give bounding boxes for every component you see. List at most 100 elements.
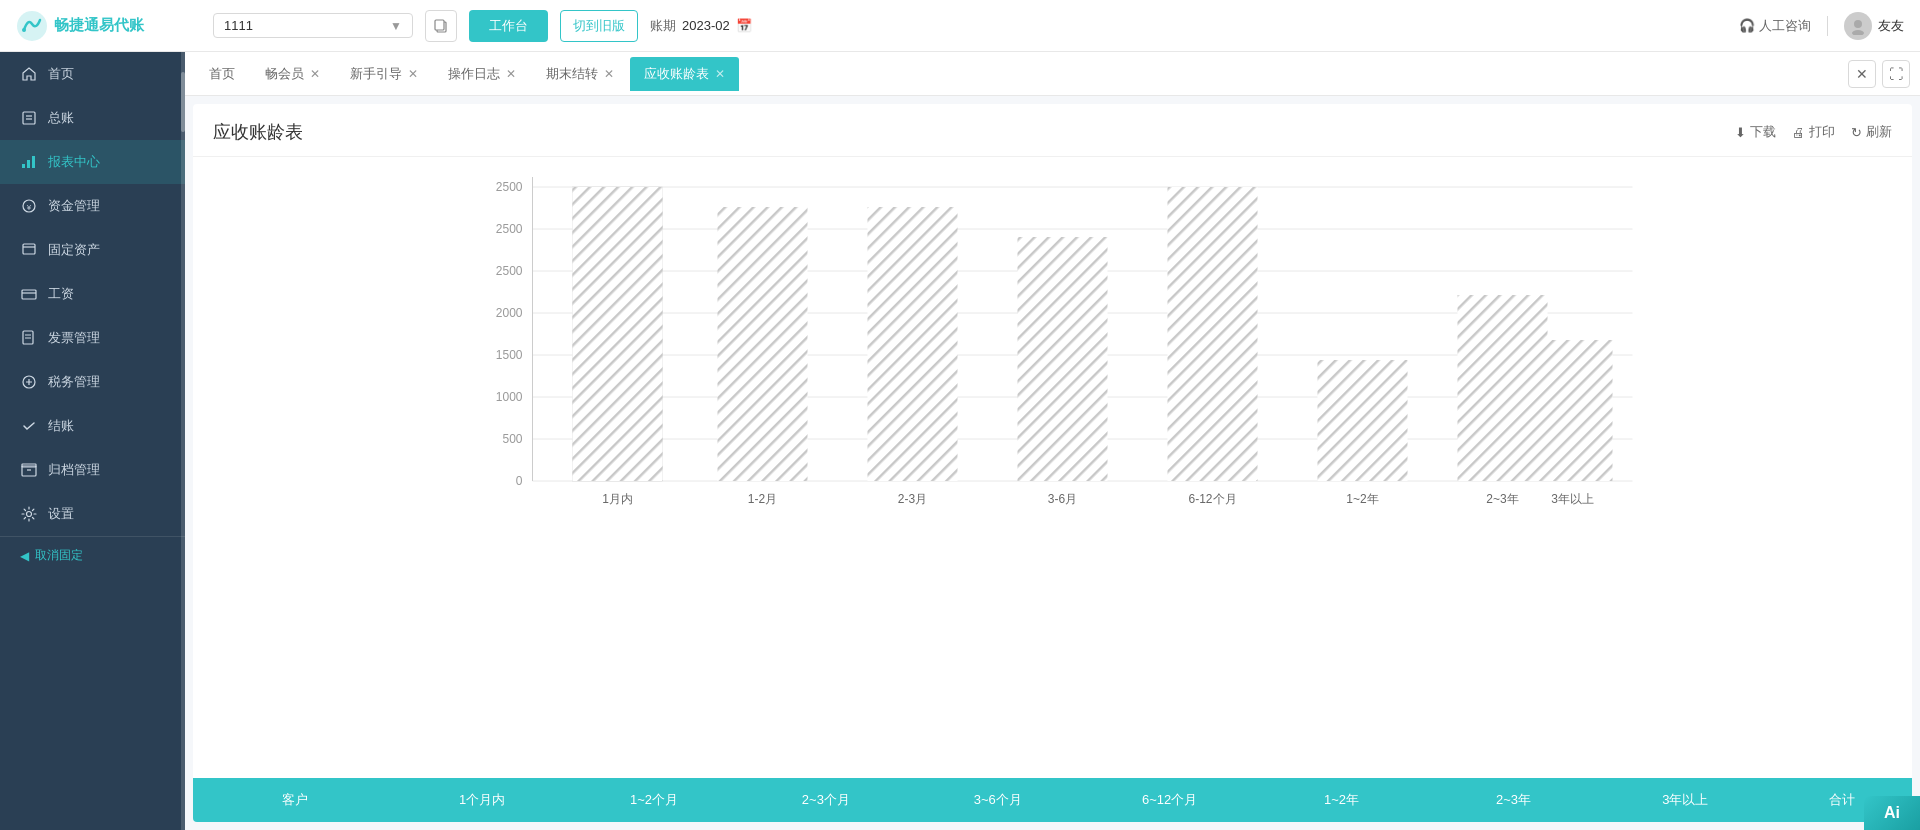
- sidebar-collapse-button[interactable]: ◀ 取消固定: [0, 536, 185, 574]
- calendar-icon[interactable]: 📅: [736, 18, 752, 33]
- svg-rect-48: [1018, 237, 1108, 481]
- aging-chart: 2500 2500 2500 2000 1500 1000 500 0: [213, 167, 1892, 537]
- tab-guide[interactable]: 新手引导✕: [336, 57, 432, 91]
- sidebar-item-ledger[interactable]: 总账: [0, 96, 185, 140]
- switch-old-button[interactable]: 切到旧版: [560, 10, 638, 42]
- sidebar-label-home: 首页: [48, 65, 74, 83]
- col-month6-12: 6~12个月: [1084, 791, 1256, 809]
- sidebar-label-settle: 结账: [48, 417, 74, 435]
- sidebar-item-fund[interactable]: ¥ 资金管理: [0, 184, 185, 228]
- sidebar-label-report: 报表中心: [48, 153, 100, 171]
- sidebar-item-settle[interactable]: 结账: [0, 404, 185, 448]
- ledger-icon: [20, 109, 38, 127]
- svg-text:2-3月: 2-3月: [898, 492, 927, 506]
- refresh-label: 刷新: [1866, 123, 1892, 141]
- svg-text:2500: 2500: [496, 264, 523, 278]
- tab-actions: ✕ ⛶: [1848, 60, 1910, 88]
- archive-icon: [20, 461, 38, 479]
- print-button[interactable]: 🖨 打印: [1792, 123, 1835, 141]
- sidebar-item-salary[interactable]: 工资: [0, 272, 185, 316]
- svg-rect-49: [1168, 187, 1258, 481]
- tab-oplog[interactable]: 操作日志✕: [434, 57, 530, 91]
- tab-label-yearend: 期末结转: [546, 65, 598, 83]
- copy-button[interactable]: [425, 10, 457, 42]
- sidebar-item-settings[interactable]: 设置: [0, 492, 185, 536]
- svg-text:1500: 1500: [496, 348, 523, 362]
- sidebar: 首页 总账 报表中心 ¥ 资金管理 固定资产 工资 发票管理 税务管理 结账: [0, 52, 185, 830]
- refresh-button[interactable]: ↻ 刷新: [1851, 123, 1892, 141]
- period-value: 2023-02: [682, 18, 730, 33]
- svg-rect-6: [23, 112, 35, 124]
- svg-text:3年以上: 3年以上: [1551, 492, 1594, 506]
- company-name: 1111: [224, 18, 382, 33]
- svg-text:2~3年: 2~3年: [1486, 492, 1518, 506]
- svg-rect-45: [573, 187, 663, 481]
- svg-text:2500: 2500: [496, 180, 523, 194]
- content-area: 首页畅会员✕新手引导✕操作日志✕期末结转✕应收账龄表✕ ✕ ⛶ 应收账龄表 ⬇ …: [185, 52, 1920, 830]
- svg-text:1000: 1000: [496, 390, 523, 404]
- svg-rect-9: [22, 164, 25, 168]
- sidebar-label-settings: 设置: [48, 505, 74, 523]
- sidebar-item-report[interactable]: 报表中心: [0, 140, 185, 184]
- top-header: 畅捷通易代账 1111 ▼ 工作台 切到旧版 账期 2023-02 📅 🎧 人工…: [0, 0, 1920, 52]
- sidebar-label-invoice: 发票管理: [48, 329, 100, 347]
- tab-close-oplog[interactable]: ✕: [506, 67, 516, 81]
- close-tab-button[interactable]: ✕: [1848, 60, 1876, 88]
- workbench-button[interactable]: 工作台: [469, 10, 548, 42]
- print-label: 打印: [1809, 123, 1835, 141]
- tab-close-aging[interactable]: ✕: [715, 67, 725, 81]
- chart-area: 2500 2500 2500 2000 1500 1000 500 0: [193, 157, 1912, 778]
- collapse-icon: ◀: [20, 549, 29, 563]
- sidebar-scrollbar: [181, 52, 185, 830]
- svg-text:¥: ¥: [26, 203, 32, 212]
- expand-tab-button[interactable]: ⛶: [1882, 60, 1910, 88]
- download-button[interactable]: ⬇ 下载: [1735, 123, 1776, 141]
- header-right: 🎧 人工咨询 友友: [1739, 12, 1904, 40]
- svg-text:0: 0: [516, 474, 523, 488]
- company-selector[interactable]: 1111 ▼: [213, 13, 413, 38]
- tab-close-guide[interactable]: ✕: [408, 67, 418, 81]
- logo-area: 畅捷通易代账: [16, 10, 201, 42]
- ai-badge[interactable]: Ai: [1864, 796, 1920, 830]
- svg-text:3-6月: 3-6月: [1048, 492, 1077, 506]
- col-month1-2: 1~2个月: [568, 791, 740, 809]
- download-icon: ⬇: [1735, 125, 1746, 140]
- asset-icon: [20, 241, 38, 259]
- sidebar-item-tax[interactable]: 税务管理: [0, 360, 185, 404]
- period-label: 账期: [650, 17, 676, 35]
- page-header: 应收账龄表 ⬇ 下载 🖨 打印 ↻ 刷新: [193, 104, 1912, 157]
- sidebar-item-archive[interactable]: 归档管理: [0, 448, 185, 492]
- consult-label: 人工咨询: [1759, 17, 1811, 35]
- col-month1: 1个月内: [396, 791, 568, 809]
- fund-icon: ¥: [20, 197, 38, 215]
- sidebar-item-home[interactable]: 首页: [0, 52, 185, 96]
- page-content: 应收账龄表 ⬇ 下载 🖨 打印 ↻ 刷新: [193, 104, 1912, 822]
- sidebar-item-invoice[interactable]: 发票管理: [0, 316, 185, 360]
- tab-label-home: 首页: [209, 65, 235, 83]
- avatar: [1844, 12, 1872, 40]
- svg-text:2500: 2500: [496, 222, 523, 236]
- tab-member[interactable]: 畅会员✕: [251, 57, 334, 91]
- home-icon: [20, 65, 38, 83]
- tab-close-yearend[interactable]: ✕: [604, 67, 614, 81]
- svg-point-1: [22, 28, 26, 32]
- svg-rect-14: [23, 244, 35, 254]
- svg-point-4: [1854, 20, 1862, 28]
- sidebar-label-ledger: 总账: [48, 109, 74, 127]
- main-layout: 首页 总账 报表中心 ¥ 资金管理 固定资产 工资 发票管理 税务管理 结账: [0, 52, 1920, 830]
- divider: [1827, 16, 1828, 36]
- tab-bar: 首页畅会员✕新手引导✕操作日志✕期末结转✕应收账龄表✕ ✕ ⛶: [185, 52, 1920, 96]
- svg-text:500: 500: [502, 432, 522, 446]
- consult-button[interactable]: 🎧 人工咨询: [1739, 17, 1811, 35]
- tab-close-member[interactable]: ✕: [310, 67, 320, 81]
- svg-rect-11: [32, 156, 35, 168]
- download-label: 下载: [1750, 123, 1776, 141]
- sidebar-label-asset: 固定资产: [48, 241, 100, 259]
- sidebar-item-asset[interactable]: 固定资产: [0, 228, 185, 272]
- col-customer: 客户: [193, 791, 396, 809]
- col-year1-2: 1~2年: [1256, 791, 1428, 809]
- user-area[interactable]: 友友: [1844, 12, 1904, 40]
- tab-home[interactable]: 首页: [195, 57, 249, 91]
- tab-yearend[interactable]: 期末结转 ✕: [532, 57, 628, 91]
- tab-aging[interactable]: 应收账龄表✕: [630, 57, 739, 91]
